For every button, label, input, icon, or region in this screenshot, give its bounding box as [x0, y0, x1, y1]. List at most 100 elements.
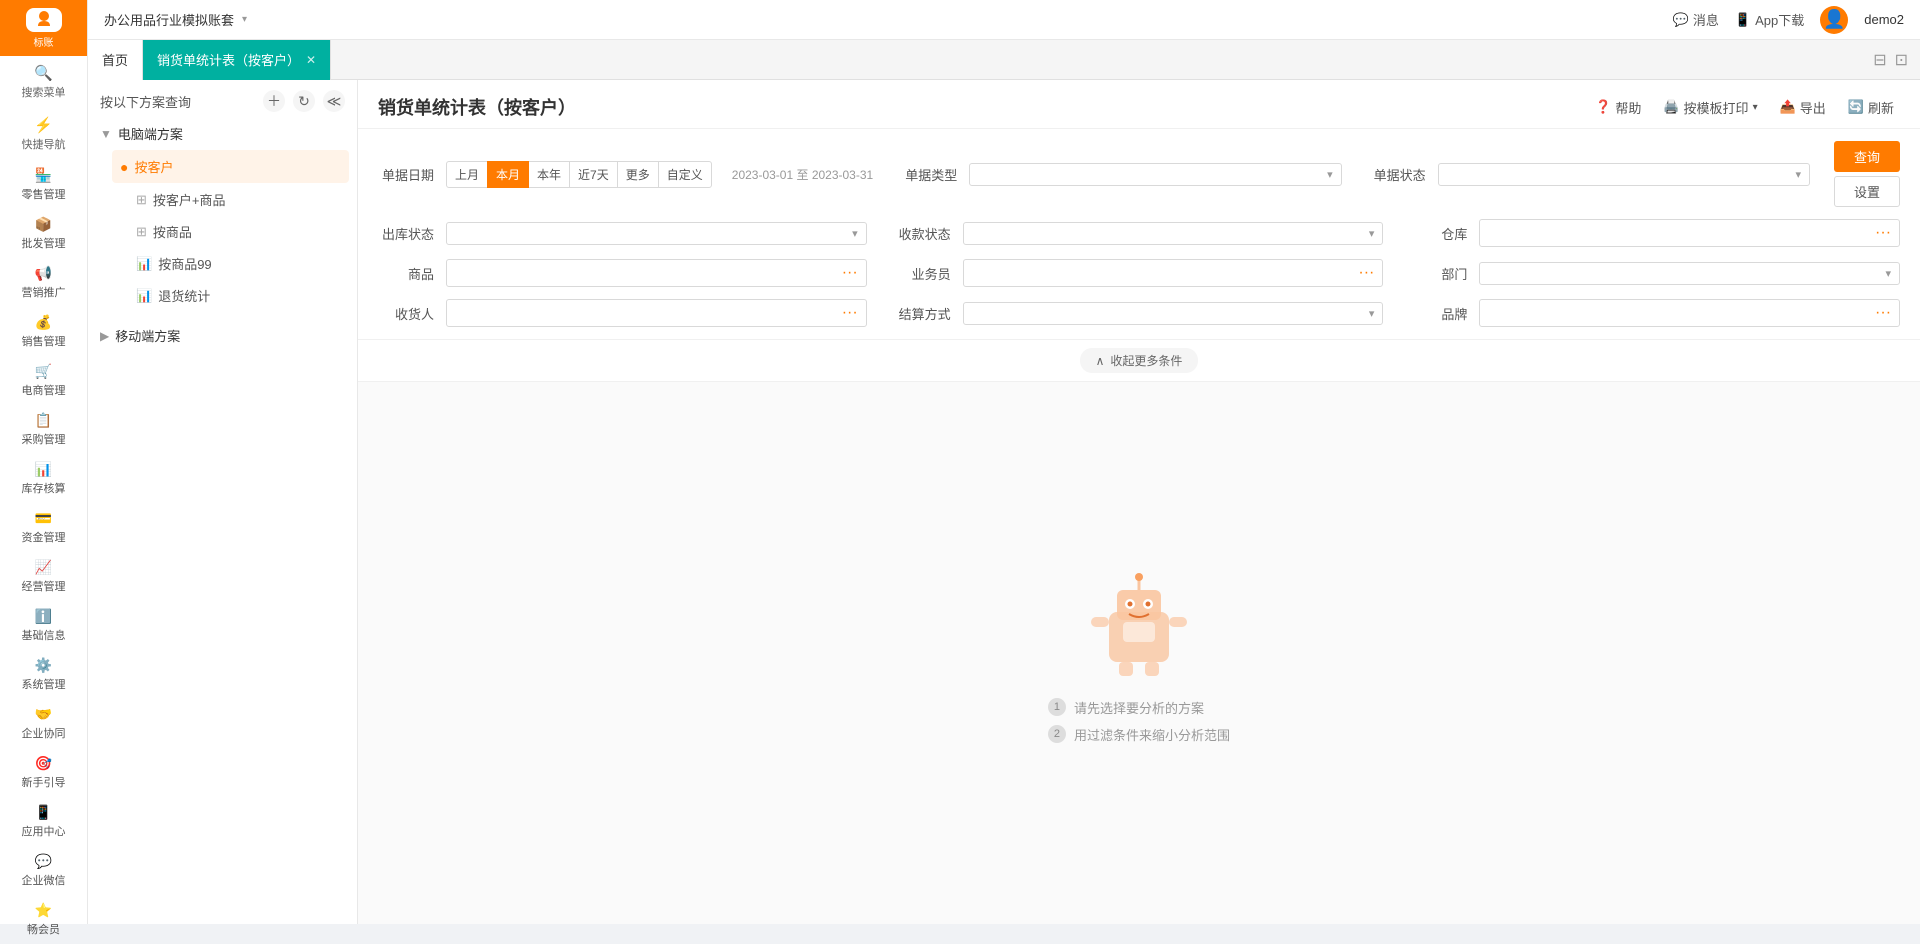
new-guide-icon: 🎯: [35, 755, 52, 772]
scheme-by-customer[interactable]: ● 按客户: [112, 150, 349, 183]
collapse-bar-inner[interactable]: ∧ 收起更多条件: [1080, 348, 1199, 373]
sidebar-item-vip[interactable]: ⭐ 畅会员: [0, 895, 87, 944]
order-status-select[interactable]: ▾: [1438, 163, 1810, 186]
date-btn-this-year[interactable]: 本年: [528, 161, 570, 188]
refresh-scheme-button[interactable]: ↻: [293, 90, 315, 112]
refresh-button[interactable]: 🔄 刷新: [1842, 95, 1900, 120]
receiver-label: 收货人: [378, 304, 434, 323]
header-left: 办公用品行业模拟账套 ▾: [104, 10, 247, 29]
settings-button[interactable]: 设置: [1834, 176, 1900, 207]
inventory-icon: 📊: [35, 461, 52, 478]
vip-icon: ⭐: [35, 902, 52, 919]
out-status-select[interactable]: ▾: [446, 222, 867, 245]
sidebar-item-search-menu[interactable]: 🔍 搜索菜单: [0, 56, 87, 108]
pay-status-select[interactable]: ▾: [963, 222, 1384, 245]
order-type-label: 单据类型: [901, 165, 957, 184]
ecommerce-icon: 🛒: [35, 363, 52, 380]
empty-hints: 1 请先选择要分析的方案 2 用过滤条件来缩小分析范围: [1048, 698, 1230, 744]
avatar-image: 👤: [1823, 9, 1845, 30]
salesperson-input[interactable]: ···: [963, 259, 1384, 287]
sidebar-item-finance[interactable]: 💳 资金管理: [0, 503, 87, 552]
app-download-button[interactable]: 📱 App下载: [1735, 10, 1804, 29]
brand-input[interactable]: ···: [1479, 299, 1900, 327]
tab-home[interactable]: 首页: [88, 40, 143, 80]
maximize-icon[interactable]: ⊡: [1895, 50, 1908, 70]
date-label: 单据日期: [378, 165, 434, 184]
right-panel: 销货单统计表（按客户） ❓ 帮助 🖨️ 按模板打印 ▾ 📤 导出: [358, 80, 1920, 924]
minimize-icon[interactable]: ⊟: [1873, 50, 1886, 70]
collapse-panel-button[interactable]: ≪: [323, 90, 345, 112]
order-type-select[interactable]: ▾: [969, 163, 1341, 186]
add-scheme-button[interactable]: ＋: [263, 90, 285, 112]
print-icon: 🖨️: [1663, 99, 1679, 115]
sidebar-item-enterprise-wechat[interactable]: 💬 企业微信: [0, 846, 87, 895]
refresh-icon: 🔄: [1848, 99, 1864, 115]
brand-more-icon[interactable]: ···: [1875, 304, 1891, 322]
sidebar-item-basic-info[interactable]: ℹ️ 基础信息: [0, 601, 87, 650]
sidebar-item-marketing[interactable]: 📢 营销推广: [0, 258, 87, 307]
message-button[interactable]: 💬 消息: [1673, 10, 1719, 29]
settlement-select[interactable]: ▾: [963, 302, 1384, 325]
sidebar-item-new-guide[interactable]: 🎯 新手引导: [0, 748, 87, 797]
app-center-icon: 📱: [35, 804, 52, 821]
date-btn-this-month[interactable]: 本月: [487, 161, 529, 188]
app-logo[interactable]: 标账: [0, 0, 87, 56]
warehouse-more-icon[interactable]: ···: [1875, 224, 1891, 242]
order-status-dropdown-icon: ▾: [1795, 168, 1801, 181]
sidebar-item-quick-nav[interactable]: ⚡ 快捷导航: [0, 108, 87, 160]
salesperson-more-icon[interactable]: ···: [1358, 264, 1374, 282]
query-button[interactable]: 查询: [1834, 141, 1900, 172]
sidebar-item-enterprise[interactable]: 🤝 企业协同: [0, 699, 87, 748]
main-area: 办公用品行业模拟账套 ▾ 💬 消息 📱 App下载 👤 demo2 首页 销货单…: [88, 0, 1920, 924]
mobile-scheme-label: 移动端方案: [115, 326, 180, 345]
filter-row-4: 收货人 ··· 结算方式 ▾ 品牌 ···: [378, 299, 1900, 327]
print-button[interactable]: 🖨️ 按模板打印 ▾: [1657, 95, 1763, 120]
export-button[interactable]: 📤 导出: [1774, 95, 1832, 120]
user-avatar[interactable]: 👤: [1820, 6, 1848, 34]
receiver-input[interactable]: ···: [446, 299, 867, 327]
collapse-bar[interactable]: ∧ 收起更多条件: [358, 340, 1920, 382]
sidebar-item-wholesale[interactable]: 📦 批发管理: [0, 209, 87, 258]
top-header: 办公用品行业模拟账套 ▾ 💬 消息 📱 App下载 👤 demo2: [88, 0, 1920, 40]
sidebar-item-system[interactable]: ⚙️ 系统管理: [0, 650, 87, 699]
refresh-label: 刷新: [1868, 98, 1894, 117]
department-select[interactable]: ▾: [1479, 262, 1900, 285]
date-btn-last7days[interactable]: 近7天: [569, 161, 618, 188]
sidebar-item-sales[interactable]: 💰 销售管理: [0, 307, 87, 356]
scheme-by-goods99[interactable]: 📊 按商品99: [128, 248, 349, 279]
goods-label: 商品: [378, 264, 434, 283]
date-btn-custom[interactable]: 自定义: [658, 161, 712, 188]
left-panel-header: 按以下方案查询 ＋ ↻ ≪: [88, 80, 357, 118]
receiver-more-icon[interactable]: ···: [842, 304, 858, 322]
mobile-scheme-section[interactable]: ▶ 移动端方案: [88, 320, 357, 351]
date-btn-more[interactable]: 更多: [617, 161, 659, 188]
sidebar-item-ecommerce[interactable]: 🛒 电商管理: [0, 356, 87, 405]
tab-sales-stats-label: 销货单统计表（按客户）: [157, 50, 300, 69]
desktop-scheme-parent[interactable]: ▼ 电脑端方案: [88, 118, 357, 149]
sidebar-item-label: 应用中心: [22, 823, 66, 839]
sidebar-item-label: 营销推广: [22, 284, 66, 300]
sidebar-item-purchase[interactable]: 📋 采购管理: [0, 405, 87, 454]
scheme-return-stats[interactable]: 📊 退货统计: [128, 280, 349, 311]
print-label: 按模板打印: [1684, 98, 1749, 117]
sidebar-item-app-center[interactable]: 📱 应用中心: [0, 797, 87, 846]
salesperson-label: 业务员: [895, 264, 951, 283]
filter-row-1: 单据日期 上月 本月 本年 近7天 更多 自定义 2023-03-01 至 20…: [378, 141, 1900, 207]
warehouse-input[interactable]: ···: [1479, 219, 1900, 247]
title-dropdown-icon[interactable]: ▾: [242, 14, 247, 25]
help-button[interactable]: ❓ 帮助: [1589, 95, 1647, 120]
tab-close-icon[interactable]: ✕: [306, 53, 316, 67]
username[interactable]: demo2: [1864, 12, 1904, 27]
sidebar-item-label: 销售管理: [22, 333, 66, 349]
scheme-by-customer-goods[interactable]: ⊞ 按客户+商品: [128, 184, 349, 215]
pay-status-dropdown-icon: ▾: [1369, 227, 1375, 240]
scheme-by-goods[interactable]: ⊞ 按商品: [128, 216, 349, 247]
date-btn-last-month[interactable]: 上月: [446, 161, 488, 188]
sidebar-item-inventory[interactable]: 📊 库存核算: [0, 454, 87, 503]
sidebar-item-retail[interactable]: 🏪 零售管理: [0, 160, 87, 209]
goods-more-icon[interactable]: ···: [842, 264, 858, 282]
basic-info-icon: ℹ️: [35, 608, 52, 625]
tab-sales-stats[interactable]: 销货单统计表（按客户） ✕: [143, 40, 331, 80]
goods-input[interactable]: ···: [446, 259, 867, 287]
sidebar-item-operations[interactable]: 📈 经营管理: [0, 552, 87, 601]
